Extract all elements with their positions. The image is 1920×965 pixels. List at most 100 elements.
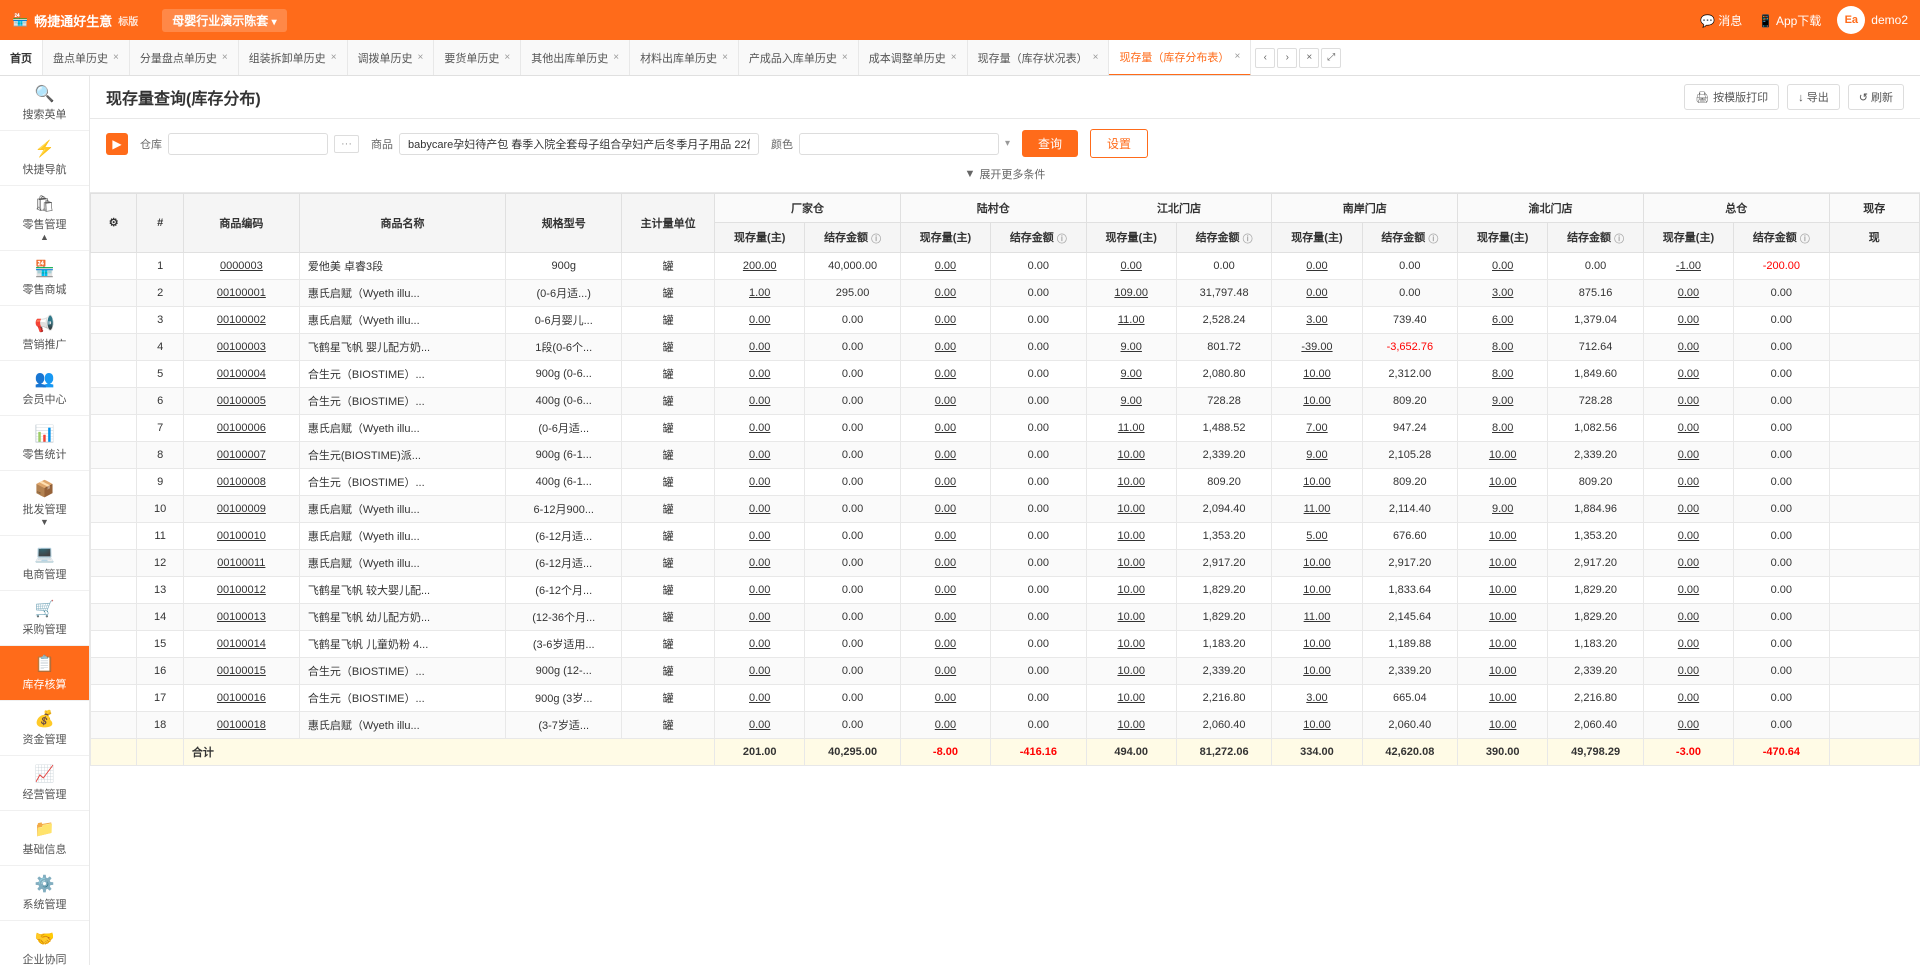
sidebar-item-quick-nav[interactable]: ⚡ 快捷导航 — [0, 131, 89, 186]
print-button[interactable]: 🖨 按模版打印 — [1684, 84, 1779, 110]
message-btn[interactable]: 💬 消息 — [1700, 12, 1742, 29]
app-download-btn[interactable]: 📱 App下载 — [1758, 12, 1821, 29]
row-wh-1-qty[interactable]: 0.00 — [900, 252, 990, 279]
row-wh-3-qty[interactable]: 10.00 — [1272, 387, 1362, 414]
nanan-amt-info[interactable]: ⓘ — [1428, 235, 1438, 246]
row-wh-5-qty[interactable]: 0.00 — [1643, 387, 1733, 414]
row-wh-5-qty[interactable]: 0.00 — [1643, 549, 1733, 576]
row-code[interactable]: 00100016 — [183, 684, 299, 711]
close-tab-7[interactable]: × — [722, 52, 728, 63]
row-wh-1-qty[interactable]: 0.00 — [900, 549, 990, 576]
row-wh-0-qty[interactable]: 0.00 — [715, 414, 805, 441]
row-wh-1-qty[interactable]: 0.00 — [900, 657, 990, 684]
row-wh-4-qty[interactable]: 8.00 — [1458, 414, 1548, 441]
row-wh-2-qty[interactable]: 10.00 — [1086, 657, 1176, 684]
tab-prev-btn[interactable]: ‹ — [1255, 48, 1275, 68]
row-wh-1-qty[interactable]: 0.00 — [900, 441, 990, 468]
row-wh-0-qty[interactable]: 0.00 — [715, 522, 805, 549]
row-code[interactable]: 00100008 — [183, 468, 299, 495]
tab-product-in[interactable]: 产成品入库单历史× — [739, 40, 859, 76]
row-wh-5-qty[interactable]: 0.00 — [1643, 657, 1733, 684]
tab-inventory-single[interactable]: 盘点单历史× — [43, 40, 130, 76]
row-wh-1-qty[interactable]: 0.00 — [900, 576, 990, 603]
warehouse-input[interactable] — [168, 133, 328, 155]
row-wh-5-qty[interactable]: 0.00 — [1643, 522, 1733, 549]
row-wh-5-qty[interactable]: 0.00 — [1643, 576, 1733, 603]
row-wh-0-qty[interactable]: 1.00 — [715, 279, 805, 306]
close-tab-4[interactable]: × — [418, 52, 424, 63]
row-wh-1-qty[interactable]: 0.00 — [900, 603, 990, 630]
row-wh-2-qty[interactable]: 10.00 — [1086, 441, 1176, 468]
row-wh-2-qty[interactable]: 10.00 — [1086, 684, 1176, 711]
row-wh-0-qty[interactable]: 0.00 — [715, 468, 805, 495]
close-tab-10[interactable]: × — [1093, 52, 1099, 63]
sidebar-item-retail-shop[interactable]: 🏪 零售商城 — [0, 251, 89, 306]
jiangbei-amt-info[interactable]: ⓘ — [1243, 235, 1253, 246]
close-tab-8[interactable]: × — [842, 52, 848, 63]
sidebar-item-basic[interactable]: 📁 基础信息 — [0, 811, 89, 866]
row-wh-3-qty[interactable]: 10.00 — [1272, 576, 1362, 603]
row-wh-4-qty[interactable]: 10.00 — [1458, 630, 1548, 657]
row-wh-4-qty[interactable]: 3.00 — [1458, 279, 1548, 306]
row-wh-0-qty[interactable]: 0.00 — [715, 441, 805, 468]
row-code[interactable]: 00100004 — [183, 360, 299, 387]
row-wh-2-qty[interactable]: 11.00 — [1086, 306, 1176, 333]
tab-home[interactable]: 首页 — [0, 40, 43, 76]
row-wh-5-qty[interactable]: 0.00 — [1643, 333, 1733, 360]
tab-adjust[interactable]: 调拨单历史× — [348, 40, 435, 76]
row-code[interactable]: 00100011 — [183, 549, 299, 576]
tab-stock-dist[interactable]: 现存量（库存分布表）× — [1109, 40, 1251, 76]
row-wh-2-qty[interactable]: 10.00 — [1086, 630, 1176, 657]
tab-other-out[interactable]: 其他出库单历史× — [521, 40, 630, 76]
row-wh-0-qty[interactable]: 0.00 — [715, 360, 805, 387]
row-wh-1-qty[interactable]: 0.00 — [900, 684, 990, 711]
row-wh-2-qty[interactable]: 11.00 — [1086, 414, 1176, 441]
refresh-button[interactable]: ↺ 刷新 — [1848, 84, 1904, 110]
row-wh-4-qty[interactable]: 8.00 — [1458, 360, 1548, 387]
tab-close-all-btn[interactable]: × — [1299, 48, 1319, 68]
row-wh-0-qty[interactable]: 0.00 — [715, 549, 805, 576]
row-wh-1-qty[interactable]: 0.00 — [900, 333, 990, 360]
row-wh-3-qty[interactable]: 10.00 — [1272, 711, 1362, 738]
sidebar-item-purchase[interactable]: 🛒 采购管理 — [0, 591, 89, 646]
row-wh-5-qty[interactable]: 0.00 — [1643, 306, 1733, 333]
row-wh-5-qty[interactable]: 0.00 — [1643, 414, 1733, 441]
row-wh-2-qty[interactable]: 9.00 — [1086, 387, 1176, 414]
row-wh-3-qty[interactable]: 9.00 — [1272, 441, 1362, 468]
row-wh-4-qty[interactable]: 10.00 — [1458, 441, 1548, 468]
row-wh-2-qty[interactable]: 10.00 — [1086, 576, 1176, 603]
row-wh-4-qty[interactable]: 10.00 — [1458, 549, 1548, 576]
row-wh-1-qty[interactable]: 0.00 — [900, 630, 990, 657]
row-code[interactable]: 00100015 — [183, 657, 299, 684]
row-wh-1-qty[interactable]: 0.00 — [900, 360, 990, 387]
sidebar-item-marketing[interactable]: 📢 营销推广 — [0, 306, 89, 361]
row-wh-0-qty[interactable]: 0.00 — [715, 630, 805, 657]
row-code[interactable]: 00100009 — [183, 495, 299, 522]
row-wh-4-qty[interactable]: 10.00 — [1458, 522, 1548, 549]
sidebar-item-retail-stats[interactable]: 📊 零售统计 — [0, 416, 89, 471]
row-code[interactable]: 00100001 — [183, 279, 299, 306]
close-tab-6[interactable]: × — [613, 52, 619, 63]
row-code[interactable]: 0000003 — [183, 252, 299, 279]
row-wh-0-qty[interactable]: 200.00 — [715, 252, 805, 279]
close-tab-5[interactable]: × — [504, 52, 510, 63]
row-wh-0-qty[interactable]: 0.00 — [715, 603, 805, 630]
row-wh-3-qty[interactable]: 10.00 — [1272, 468, 1362, 495]
row-wh-1-qty[interactable]: 0.00 — [900, 522, 990, 549]
setting-button[interactable]: 设置 — [1090, 129, 1148, 158]
row-wh-2-qty[interactable]: 10.00 — [1086, 549, 1176, 576]
row-wh-5-qty[interactable]: 0.00 — [1643, 630, 1733, 657]
close-tab-1[interactable]: × — [113, 52, 119, 63]
row-wh-1-qty[interactable]: 0.00 — [900, 468, 990, 495]
row-wh-0-qty[interactable]: 0.00 — [715, 657, 805, 684]
row-wh-2-qty[interactable]: 10.00 — [1086, 603, 1176, 630]
expand-more-btn[interactable]: ▼ 展开更多条件 — [106, 166, 1904, 182]
tab-material-out[interactable]: 材料出库单历史× — [630, 40, 739, 76]
sidebar-item-wholesale[interactable]: 📦 批发管理 ▼ — [0, 471, 89, 536]
row-code[interactable]: 00100007 — [183, 441, 299, 468]
row-wh-2-qty[interactable]: 10.00 — [1086, 495, 1176, 522]
sidebar-item-enterprise[interactable]: 🤝 企业协同 — [0, 921, 89, 965]
close-tab-9[interactable]: × — [951, 52, 957, 63]
tab-stock-status[interactable]: 现存量（库存状况表）× — [968, 40, 1110, 76]
table-container[interactable]: ⚙ # 商品编码 商品名称 规格型号 主计量单位 厂家仓 陆村仓 江北门店 南岸… — [90, 193, 1920, 965]
